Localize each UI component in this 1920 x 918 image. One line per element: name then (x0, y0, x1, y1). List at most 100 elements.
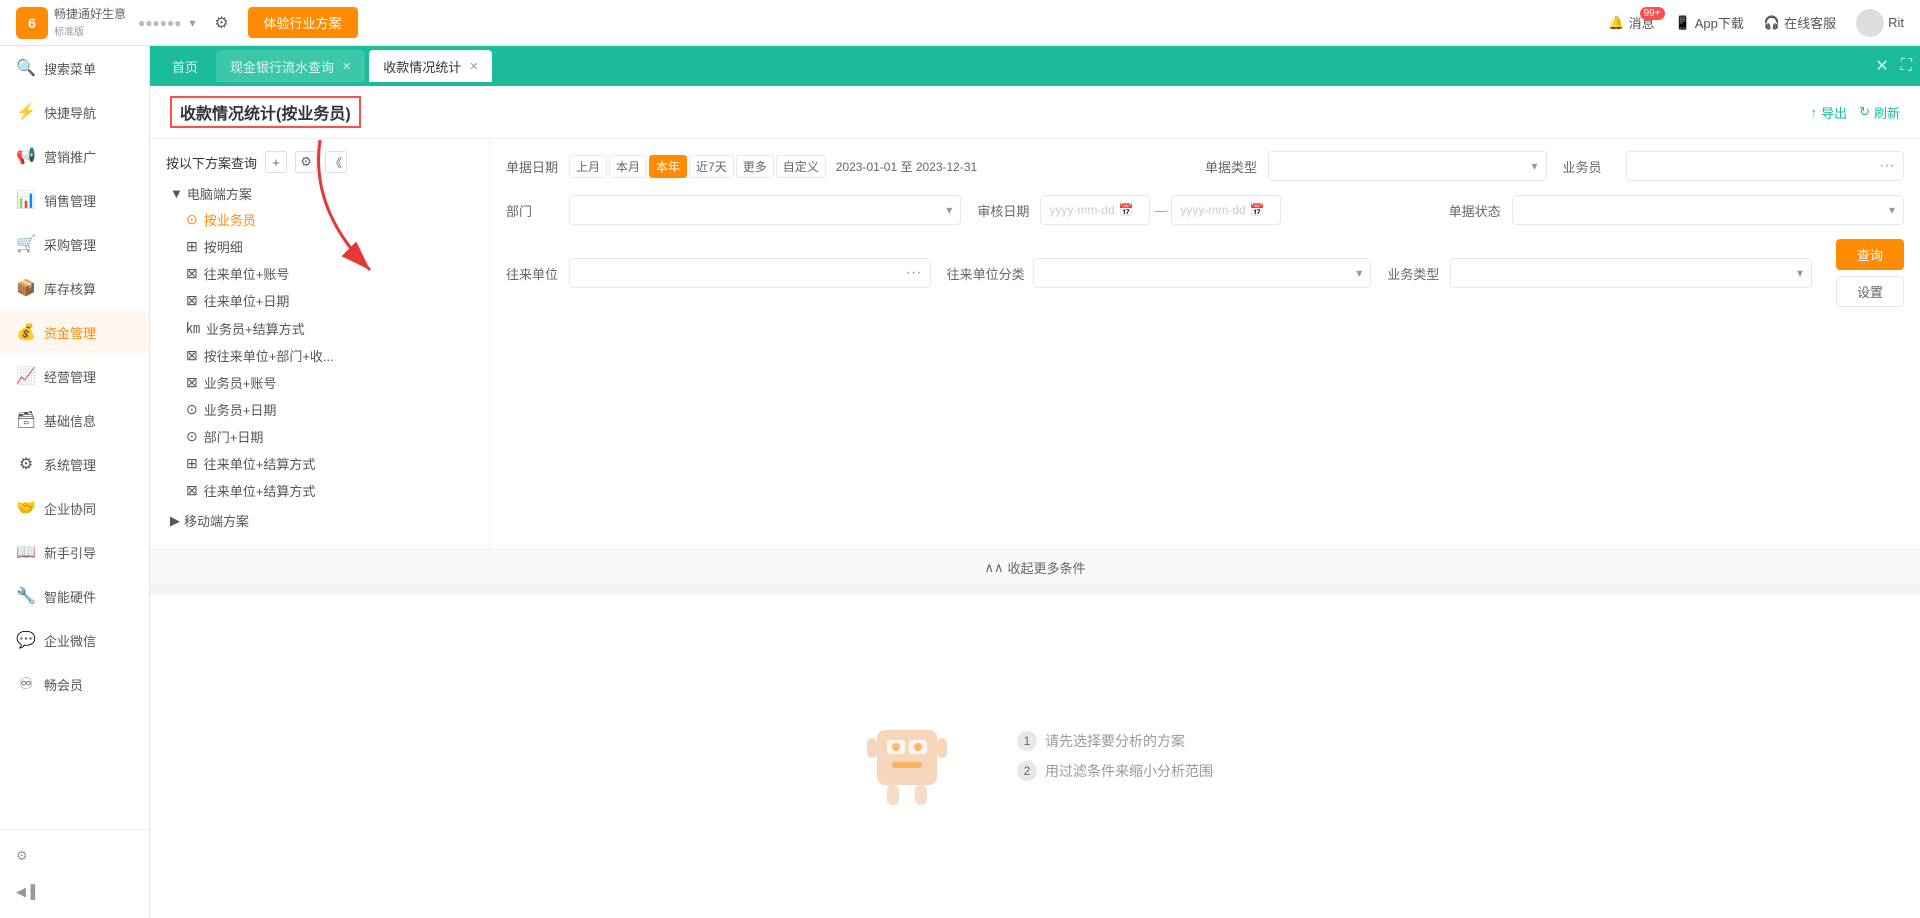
scheme-item-salesperson-account[interactable]: ⊠ 业务员+账号 (166, 369, 473, 396)
dept-arrow: ▾ (946, 203, 952, 217)
page-title: 收款情况统计(按业务员) (170, 96, 361, 128)
scheme-group-desktop-header[interactable]: ▼ 电脑端方案 (166, 181, 473, 206)
app-download-button[interactable]: 📱 App下载 (1675, 13, 1744, 32)
review-date-end[interactable]: yyyy-mm-dd 📅 (1171, 195, 1281, 225)
tip-num-1: 1 (1017, 731, 1037, 751)
scheme-dept-date-label: 部门+日期 (204, 427, 264, 446)
scheme-item-unit-date[interactable]: ⊠ 往来单位+日期 (166, 287, 473, 314)
tab-cashflow[interactable]: 现金银行流水查询 ✕ (216, 50, 365, 82)
dept-select[interactable]: ▾ (569, 195, 961, 225)
scheme-item-salesperson-date[interactable]: ⊙ 业务员+日期 (166, 396, 473, 423)
window-expand-btn[interactable]: ⛶ (1901, 57, 1912, 75)
tab-cashflow-close[interactable]: ✕ (342, 60, 351, 73)
sidebar-item-finance[interactable]: 💰 资金管理 (0, 310, 149, 354)
sidebar-label-inventory: 库存核算 (44, 279, 96, 298)
scheme-salesperson-date-icon: ⊙ (186, 401, 198, 418)
voucher-type-select[interactable]: ▾ (1268, 151, 1547, 181)
sidebar-item-inventory[interactable]: 📦 库存核算 (0, 266, 149, 310)
online-service-button[interactable]: 🎧 在线客服 (1764, 13, 1836, 32)
filter-settings-button[interactable]: 设置 (1836, 276, 1904, 307)
business-type-label: 业务类型 (1387, 264, 1442, 283)
calendar-icon-start[interactable]: 📅 (1119, 203, 1134, 217)
review-date-start[interactable]: yyyy-mm-dd 📅 (1040, 195, 1150, 225)
date-tab-more[interactable]: 更多 (736, 155, 774, 178)
settings-icon[interactable]: ⚙ (208, 9, 236, 37)
scheme-group-mobile: ▶ 移动端方案 (166, 508, 473, 533)
sidebar-item-sales[interactable]: 📊 销售管理 (0, 178, 149, 222)
counterpart-category-select[interactable]: ▾ (1033, 258, 1372, 288)
sidebar-item-system[interactable]: ⚙ 系统管理 (0, 442, 149, 486)
date-tab-lastmonth[interactable]: 上月 (569, 155, 607, 178)
sidebar-settings-btn[interactable]: ⚙ (0, 838, 149, 874)
logo-badge: 标准版 (54, 23, 126, 38)
refresh-button[interactable]: ↻ 刷新 (1859, 103, 1900, 122)
refresh-icon: ↻ (1859, 104, 1870, 120)
window-close-btn[interactable]: ✕ (1875, 56, 1888, 76)
sidebar-collapse-btn[interactable]: ◀▐ (0, 874, 149, 910)
query-button[interactable]: 查询 (1836, 239, 1904, 270)
date-tab-thisyear[interactable]: 本年 (649, 155, 687, 178)
scheme-item-unit-account[interactable]: ⊠ 往来单位+账号 (166, 260, 473, 287)
date-tab-custom[interactable]: 自定义 (776, 155, 826, 178)
sidebar-item-member[interactable]: ♾ 畅会员 (0, 662, 149, 706)
scheme-item-unit-settle1[interactable]: ⊞ 往来单位+结算方式 (166, 450, 473, 477)
sidebar-item-basicinfo[interactable]: 🗃 基础信息 (0, 398, 149, 442)
scheme-add-btn[interactable]: + (265, 151, 287, 173)
scheme-group-mobile-header[interactable]: ▶ 移动端方案 (166, 508, 473, 533)
sidebar-item-management[interactable]: 📈 经营管理 (0, 354, 149, 398)
collapse-bar[interactable]: ∧∧ 收起更多条件 (150, 549, 1920, 586)
business-type-select[interactable]: ▾ (1450, 258, 1812, 288)
date-tab-7days[interactable]: 近7天 (689, 155, 734, 178)
sidebar-item-marketing[interactable]: 📢 营销推广 (0, 134, 149, 178)
sidebar-item-wechat[interactable]: 💬 企业微信 (0, 618, 149, 662)
filter-row-3: 往来单位 ··· 往来单位分类 (506, 239, 1904, 307)
filter-wrapper: 按以下方案查询 + ⚙ 《 ▼ 电脑端方案 (150, 139, 1920, 586)
breadcrumb-chevron[interactable]: ▾ (190, 16, 196, 30)
scheme-item-unit-dept-collect[interactable]: ⊠ 按往来单位+部门+收... (166, 342, 473, 369)
page-actions: ↑ 导出 ↻ 刷新 (1811, 103, 1900, 122)
voucher-status-arrow: ▾ (1889, 203, 1895, 217)
scheme-item-unit-settle2[interactable]: ⊠ 往来单位+结算方式 (166, 477, 473, 504)
salesperson-select[interactable]: ··· (1626, 151, 1905, 181)
sidebar-item-purchase[interactable]: 🛒 采购管理 (0, 222, 149, 266)
user-avatar (1856, 9, 1884, 37)
scheme-unit-settle1-label: 往来单位+结算方式 (204, 454, 316, 473)
tab-bar-right: ✕ ⛶ (1875, 56, 1912, 76)
export-button[interactable]: ↑ 导出 (1811, 103, 1848, 122)
hardware-icon: 🔧 (16, 586, 36, 606)
sidebar-item-collab[interactable]: 🤝 企业协同 (0, 486, 149, 530)
counterpart-more[interactable]: ··· (906, 264, 922, 282)
download-label: App下载 (1695, 13, 1744, 32)
salesperson-more[interactable]: ··· (1879, 157, 1895, 175)
scheme-collapse-btn[interactable]: 《 (325, 151, 347, 173)
sidebar-label-marketing: 营销推广 (44, 147, 96, 166)
sidebar-item-hardware[interactable]: 🔧 智能硬件 (0, 574, 149, 618)
sidebar-label-search: 搜索菜单 (44, 59, 96, 78)
user-area[interactable]: Rit (1856, 9, 1904, 37)
counterpart-category-field: 往来单位分类 ▾ (947, 258, 1372, 288)
sidebar-item-quicknav[interactable]: ⚡ 快捷导航 (0, 90, 149, 134)
management-icon: 📈 (16, 366, 36, 386)
tab-collection[interactable]: 收款情况统计 ✕ (369, 50, 492, 82)
scheme-item-salesperson[interactable]: ⊙ 按业务员 (166, 206, 473, 233)
dept-field: 部门 ▾ (506, 195, 961, 225)
calendar-icon-end[interactable]: 📅 (1250, 203, 1265, 217)
tab-home[interactable]: 首页 (158, 50, 212, 82)
tab-collection-close[interactable]: ✕ (469, 60, 478, 73)
sidebar-label-quicknav: 快捷导航 (44, 103, 96, 122)
export-icon: ↑ (1811, 105, 1818, 120)
sidebar-item-guide[interactable]: 📖 新手引导 (0, 530, 149, 574)
scheme-item-dept-date[interactable]: ⊙ 部门+日期 (166, 423, 473, 450)
trial-button[interactable]: 体验行业方案 (248, 7, 358, 38)
voucher-status-select[interactable]: ▾ (1512, 195, 1904, 225)
sidebar-item-search[interactable]: 🔍 搜索菜单 (0, 46, 149, 90)
notification-button[interactable]: 🔔 消息 99+ (1608, 13, 1654, 32)
counterpart-select[interactable]: ··· (569, 258, 931, 288)
empty-tips: 1 请先选择要分析的方案 2 用过滤条件来缩小分析范围 (1017, 731, 1213, 781)
scheme-setting-btn[interactable]: ⚙ (295, 151, 317, 173)
finance-icon: 💰 (16, 322, 36, 342)
review-date-end-placeholder: yyyy-mm-dd (1180, 203, 1245, 217)
scheme-item-salesperson-settle[interactable]: ㎞ 业务员+结算方式 (166, 314, 473, 342)
scheme-item-detail[interactable]: ⊞ 按明细 (166, 233, 473, 260)
date-tab-thismonth[interactable]: 本月 (609, 155, 647, 178)
